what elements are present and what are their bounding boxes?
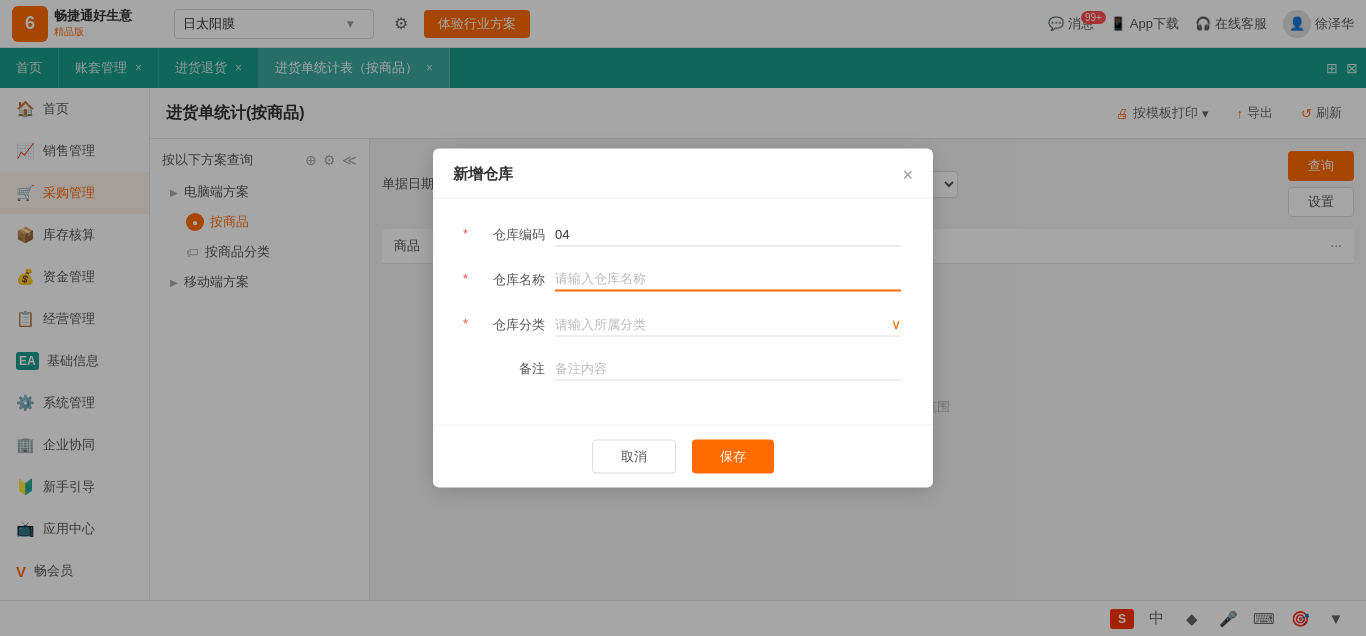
dialog-title: 新增仓库 (453, 165, 513, 184)
category-chevron-icon[interactable]: ∨ (891, 316, 901, 332)
form-row-category: 仓库分类 ∨ (465, 312, 901, 337)
form-row-remark: 备注 (465, 357, 901, 381)
category-select-wrap: ∨ (555, 312, 901, 337)
dialog-header: 新增仓库 × (433, 149, 933, 199)
category-label: 仓库分类 (465, 315, 555, 333)
dialog-body: 仓库编码 仓库名称 仓库分类 ∨ 备注 (433, 199, 933, 425)
save-button[interactable]: 保存 (692, 440, 774, 474)
new-warehouse-dialog: 新增仓库 × 仓库编码 仓库名称 仓库分类 ∨ 备注 取消 保存 (433, 149, 933, 488)
category-input[interactable] (555, 316, 891, 331)
dialog-close-icon[interactable]: × (902, 165, 913, 183)
dialog-footer: 取消 保存 (433, 425, 933, 488)
remark-input[interactable] (555, 357, 901, 381)
code-label: 仓库编码 (465, 226, 555, 244)
form-row-name: 仓库名称 (465, 267, 901, 292)
name-label: 仓库名称 (465, 270, 555, 288)
form-row-code: 仓库编码 (465, 223, 901, 247)
remark-label: 备注 (465, 360, 555, 378)
cancel-button[interactable]: 取消 (592, 440, 676, 474)
name-input[interactable] (555, 267, 901, 292)
code-input[interactable] (555, 223, 901, 247)
